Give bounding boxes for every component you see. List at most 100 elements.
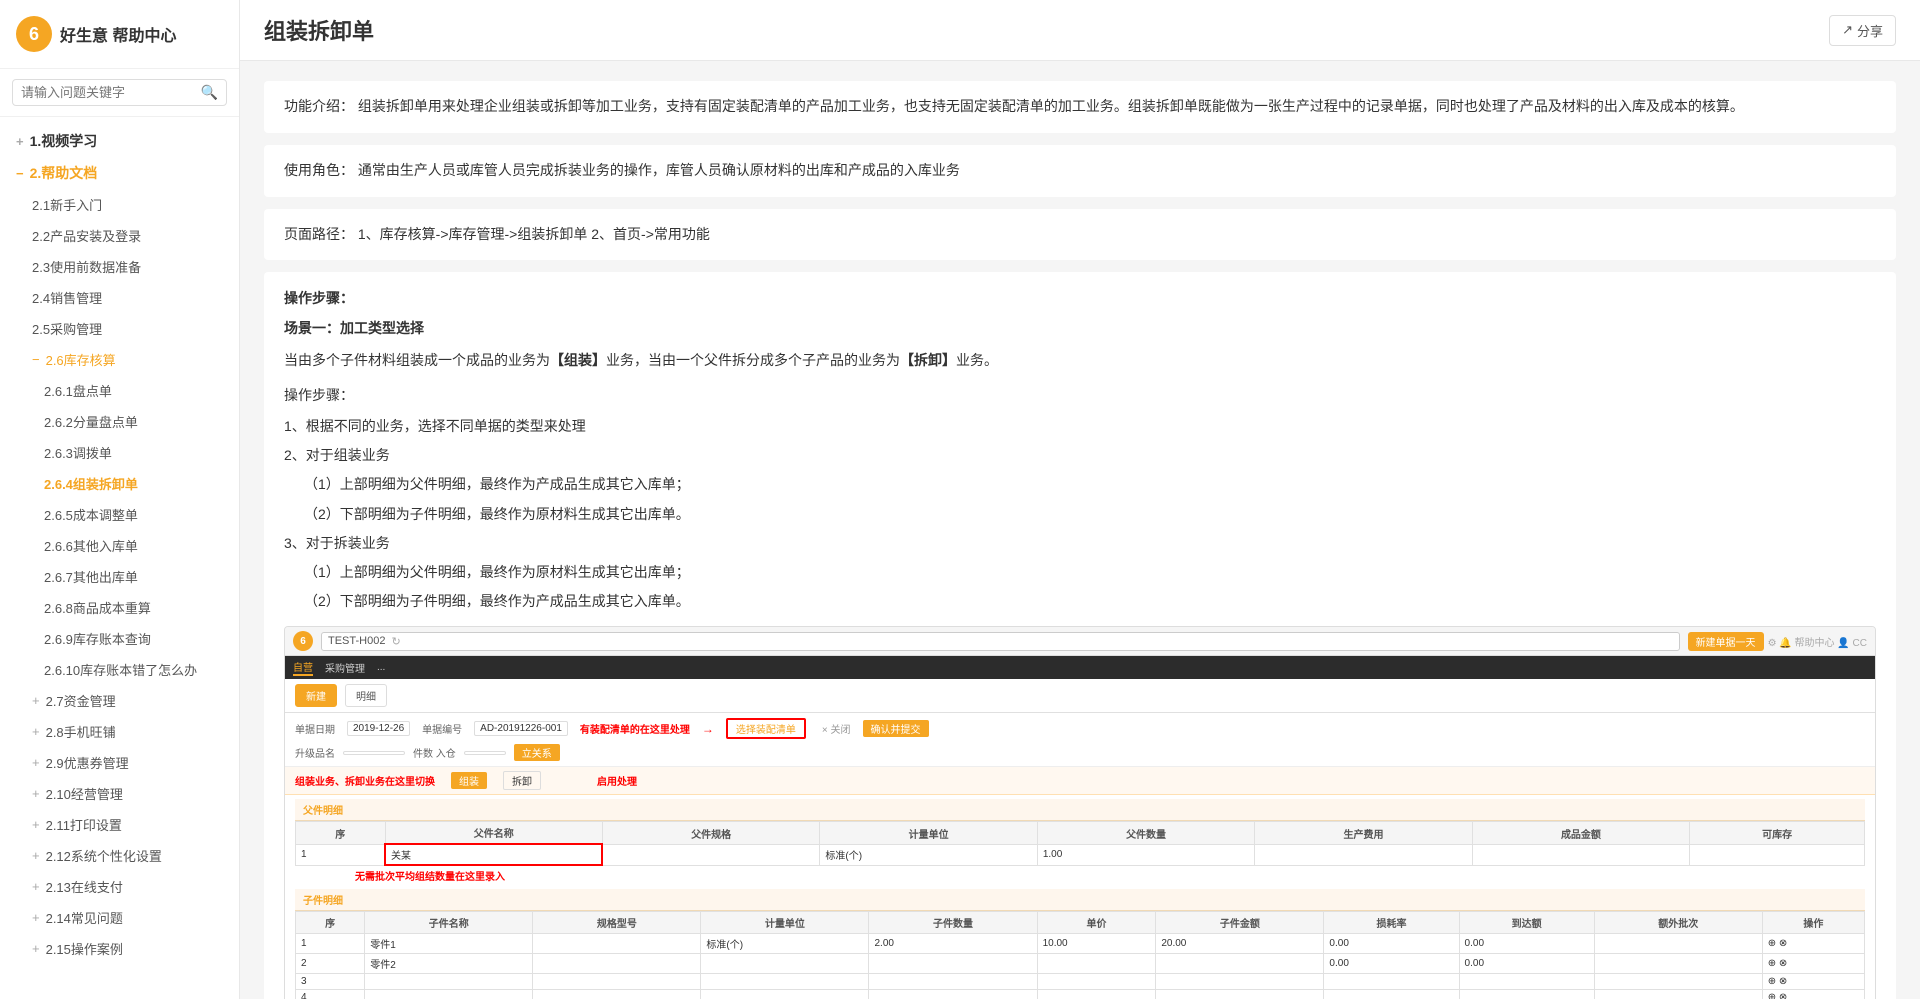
- sidebar-item-sysconfig[interactable]: + 2.12系统个性化设置: [0, 840, 239, 871]
- table-row: 3 ⊕ ⊗: [296, 974, 1865, 990]
- sidebar-item-sales[interactable]: 2.4销售管理: [0, 282, 239, 313]
- expand-icon-print: +: [32, 817, 40, 832]
- function-intro-block: 功能介绍： 组装拆卸单用来处理企业组装或拆卸等加工业务，支持有固定装配清单的产品…: [264, 81, 1896, 133]
- ss-close-btn[interactable]: × 关闭: [822, 721, 851, 736]
- ss-th-prod-cost: 生产费用: [1255, 822, 1472, 845]
- sidebar-item-cases[interactable]: + 2.15操作案例: [0, 933, 239, 964]
- sidebar-item-inventory[interactable]: − 2.6库存核算: [0, 344, 239, 375]
- sidebar-item-inv4-active[interactable]: 2.6.4组装拆卸单: [0, 468, 239, 499]
- ss-confirm-btn[interactable]: 确认并提交: [863, 720, 929, 737]
- page-title: 组装拆卸单: [264, 14, 374, 46]
- scenario-title: 场景一：加工类型选择: [284, 320, 424, 336]
- search-wrap: 🔍: [12, 79, 227, 106]
- sidebar-item-inv1[interactable]: 2.6.1盘点单: [0, 375, 239, 406]
- search-input[interactable]: [21, 85, 201, 100]
- ss-anno-qty: 无需批次平均组结数量在这里录入: [355, 872, 505, 883]
- step2: 2、对于组装业务: [284, 443, 1876, 468]
- ss-form-fields: 单据日期 2019-12-26 单据编号 AD-20191226-001 有装配…: [295, 718, 1865, 739]
- ss-assembly-bar: 组装业务、拆卸业务在这里切换 组装 拆卸 启用处理: [285, 767, 1875, 795]
- ss-nav-other: ...: [377, 662, 385, 673]
- ss-qty-input[interactable]: [464, 751, 506, 755]
- ss-anno-type: 有装配清单的在这里处理: [580, 721, 690, 736]
- ss-nav: 自营 采购管理 ...: [285, 656, 1875, 679]
- step1: 1、根据不同的业务，选择不同单据的类型来处理: [284, 414, 1876, 439]
- sidebar-item-inv9[interactable]: 2.6.9库存账本查询: [0, 623, 239, 654]
- sidebar-item-inv3[interactable]: 2.6.3调拨单: [0, 437, 239, 468]
- sidebar-item-capital[interactable]: + 2.7资金管理: [0, 685, 239, 716]
- screenshot-sim: 6 TEST-H002 ↻ 新建单据一天 ⚙ 🔔 帮助中心 👤 CC 自营: [285, 627, 1875, 999]
- ss-save-btn[interactable]: 立关系: [514, 744, 560, 761]
- steps-title: 操作步骤：: [284, 288, 1876, 308]
- expand-icon-operation: +: [32, 786, 40, 801]
- sidebar-item-purchase[interactable]: 2.5采购管理: [0, 313, 239, 344]
- ss-select-btn[interactable]: 选择装配清单: [726, 718, 806, 739]
- step2-1: （1）上部明细为父件明细，最终作为产成品生成其它入库单；: [284, 472, 1876, 497]
- sidebar-item-inv7[interactable]: 2.6.7其他出库单: [0, 561, 239, 592]
- logo-area: 6 好生意 帮助中心: [0, 0, 239, 69]
- role-block: 使用角色： 通常由生产人员或库管人员完成拆装业务的操作，库管人员确认原材料的出库…: [264, 145, 1896, 197]
- ss-th-parent-qty: 父件数量: [1037, 822, 1254, 845]
- sidebar-item-print[interactable]: + 2.11打印设置: [0, 809, 239, 840]
- content-body: 功能介绍： 组装拆卸单用来处理企业组装或拆卸等加工业务，支持有固定装配清单的产品…: [240, 61, 1920, 999]
- ss-th-prod-amount: 成品金额: [1472, 822, 1689, 845]
- ss-tab-new: 新建: [295, 684, 337, 707]
- ss-anno-assembly: 组装业务、拆卸业务在这里切换: [295, 773, 435, 788]
- search-icon[interactable]: 🔍: [201, 84, 218, 101]
- sidebar-item-inv5[interactable]: 2.6.5成本调整单: [0, 499, 239, 530]
- sidebar-item-inv2[interactable]: 2.6.2分量盘点单: [0, 406, 239, 437]
- ss-lower-table: 序 子件名称 规格型号 计量单位 子件数量 单价 子件金额 损耗率 到达额: [295, 911, 1865, 999]
- share-button[interactable]: ↗ 分享: [1829, 15, 1896, 46]
- ss-parent-name-cell: 关某: [385, 844, 602, 865]
- table-row: 4 ⊕ ⊗: [296, 990, 1865, 999]
- expand-icon-coupon: +: [32, 755, 40, 770]
- sidebar-item-operation[interactable]: + 2.10经营管理: [0, 778, 239, 809]
- step3: 3、对于拆装业务: [284, 531, 1876, 556]
- ss-th-seq: 序: [296, 822, 386, 845]
- ss-form-row2: 升级品名 件数 入仓 立关系: [295, 744, 1865, 761]
- sidebar-item-mobile[interactable]: + 2.8手机旺铺: [0, 716, 239, 747]
- sidebar-item-inv6[interactable]: 2.6.6其他入库单: [0, 530, 239, 561]
- ss-th-parent-spec: 父件规格: [602, 822, 819, 845]
- screenshot-container: 6 TEST-H002 ↻ 新建单据一天 ⚙ 🔔 帮助中心 👤 CC 自营: [284, 626, 1876, 999]
- ss-tab-detail: 明细: [345, 684, 387, 707]
- sidebar-item-payment[interactable]: + 2.13在线支付: [0, 871, 239, 902]
- ss-th-parent-name: 父件名称: [385, 822, 602, 845]
- sidebar-item-install[interactable]: 2.2产品安装及登录: [0, 220, 239, 251]
- expand-icon-sysconfig: +: [32, 848, 40, 863]
- expand-icon-payment: +: [32, 879, 40, 894]
- step3-2: （2）下部明细为子件明细，最终作为产成品生成其它入库单。: [284, 589, 1876, 614]
- step2-2: （2）下部明细为子件明细，最终作为原材料生成其它出库单。: [284, 502, 1876, 527]
- steps-section: 操作步骤： 场景一：加工类型选择 当由多个子件材料组装成一个成品的业务为【组装】…: [264, 272, 1896, 999]
- sidebar-item-inv10[interactable]: 2.6.10库存账本错了怎么办: [0, 654, 239, 685]
- ss-btn-group: 新建单据一天 ⚙ 🔔 帮助中心 👤 CC: [1688, 632, 1867, 651]
- ss-assembly-type-btn[interactable]: 组装: [451, 772, 487, 789]
- expand-icon-capital: +: [32, 693, 40, 708]
- ss-field-input[interactable]: [343, 751, 405, 755]
- ss-address-bar: TEST-H002 ↻: [321, 632, 1680, 651]
- sidebar-item-video[interactable]: + 1.视频学习: [0, 125, 239, 157]
- ss-arrow-right: →: [702, 722, 714, 736]
- scenario-desc: 当由多个子件材料组装成一个成品的业务为【组装】业务，当由一个父件拆分成多个子产品…: [284, 348, 1876, 373]
- ss-icons: ⚙ 🔔 帮助中心 👤 CC: [1768, 634, 1867, 649]
- ss-disassembly-type-btn[interactable]: 拆卸: [503, 771, 541, 790]
- ss-date-label: 单据日期: [295, 721, 335, 736]
- ss-new-btn: 新建单据一天: [1688, 632, 1764, 651]
- search-area: 🔍: [0, 69, 239, 117]
- sidebar-item-inv8[interactable]: 2.6.8商品成本重算: [0, 592, 239, 623]
- main-content: 组装拆卸单 ↗ 分享 功能介绍： 组装拆卸单用来处理企业组装或拆卸等加工业务，支…: [240, 0, 1920, 999]
- expand-icon-inventory: −: [32, 352, 40, 367]
- share-icon: ↗: [1842, 22, 1853, 38]
- nav-tree: + 1.视频学习 − 2.帮助文档 2.1新手入门 2.2产品安装及登录 2.3…: [0, 117, 239, 999]
- sidebar-item-coupon[interactable]: + 2.9优惠券管理: [0, 747, 239, 778]
- sidebar-item-docs[interactable]: − 2.帮助文档: [0, 157, 239, 189]
- sidebar-item-data[interactable]: 2.3使用前数据准备: [0, 251, 239, 282]
- ss-upper-table-wrap: 父件明细 序 父件名称 父件规格 计量单位 父件数量 生产费用: [285, 795, 1875, 866]
- ss-no-label: 单据编号: [422, 721, 462, 736]
- ss-nav-home: 自营: [293, 659, 313, 676]
- table-row: 2 零件2 0.00 0.00: [296, 954, 1865, 974]
- ss-qty-label: 件数 入仓: [413, 745, 456, 760]
- sidebar-item-newbie[interactable]: 2.1新手入门: [0, 189, 239, 220]
- ss-date-val: 2019-12-26: [347, 721, 410, 736]
- sidebar-item-faq[interactable]: + 2.14常见问题: [0, 902, 239, 933]
- ss-toolbar: 新建 明细: [285, 679, 1875, 713]
